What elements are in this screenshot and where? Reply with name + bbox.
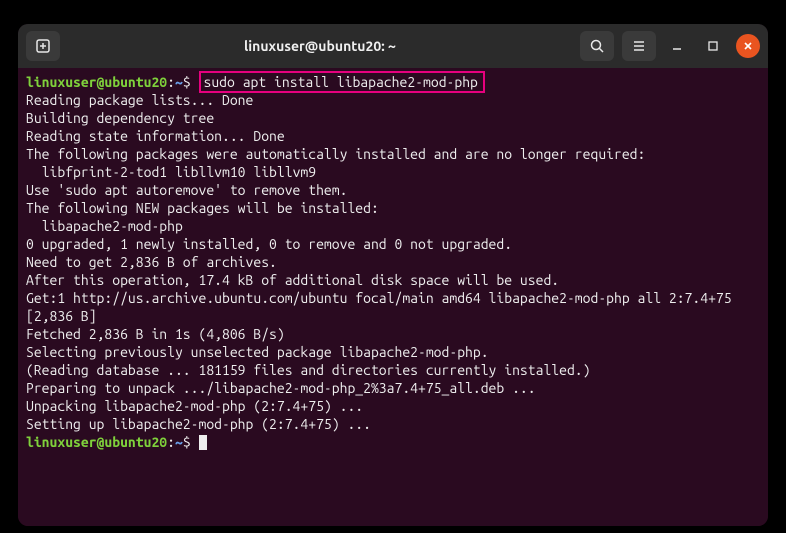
output-line: Unpacking libapache2-mod-php (2:7.4+75) … (26, 397, 760, 415)
command-text: sudo apt install libapache2-mod-php (204, 74, 478, 90)
minimize-button[interactable] (664, 33, 690, 59)
prompt-colon: : (167, 74, 175, 90)
prompt-path: ~ (175, 74, 183, 90)
hamburger-icon (631, 38, 647, 54)
output-line: Need to get 2,836 B of archives. (26, 253, 760, 271)
output-line: After this operation, 17.4 kB of additio… (26, 271, 760, 289)
new-tab-icon (35, 38, 51, 54)
prompt-dollar: $ (183, 434, 191, 450)
terminal-window: linuxuser@ubuntu20: ~ linuxuser@ubuntu20… (18, 24, 768, 526)
prompt-dollar: $ (183, 74, 191, 90)
cursor (199, 435, 207, 450)
search-icon (589, 38, 605, 54)
output-line: 0 upgraded, 1 newly installed, 0 to remo… (26, 235, 760, 253)
output-line: Building dependency tree (26, 109, 760, 127)
prompt-line: linuxuser@ubuntu20:~$ sudo apt install l… (26, 73, 760, 91)
prompt-path: ~ (175, 434, 183, 450)
terminal-body[interactable]: linuxuser@ubuntu20:~$ sudo apt install l… (18, 68, 768, 526)
output-line: Reading package lists... Done (26, 91, 760, 109)
menu-button[interactable] (622, 31, 656, 61)
prompt-user-host: linuxuser@ubuntu20 (26, 74, 167, 90)
minimize-icon (671, 40, 683, 52)
new-tab-button[interactable] (26, 31, 60, 61)
search-button[interactable] (580, 31, 614, 61)
output-line: Setting up libapache2-mod-php (2:7.4+75)… (26, 415, 760, 433)
maximize-icon (707, 40, 719, 52)
titlebar: linuxuser@ubuntu20: ~ (18, 24, 768, 68)
prompt-colon: : (167, 434, 175, 450)
close-button[interactable] (736, 34, 760, 58)
close-icon (742, 40, 754, 52)
output-line: The following packages were automaticall… (26, 145, 760, 163)
output-line: libapache2-mod-php (26, 217, 760, 235)
output-line: Use 'sudo apt autoremove' to remove them… (26, 181, 760, 199)
output-line: Selecting previously unselected package … (26, 343, 760, 361)
output-line: Get:1 http://us.archive.ubuntu.com/ubunt… (26, 289, 760, 325)
window-controls (664, 33, 760, 59)
command-highlight: sudo apt install libapache2-mod-php (199, 71, 485, 93)
window-title: linuxuser@ubuntu20: ~ (68, 38, 572, 54)
output-line: Fetched 2,836 B in 1s (4,806 B/s) (26, 325, 760, 343)
output-line: Reading state information... Done (26, 127, 760, 145)
prompt-user-host: linuxuser@ubuntu20 (26, 434, 167, 450)
maximize-button[interactable] (700, 33, 726, 59)
output-line: (Reading database ... 181159 files and d… (26, 361, 760, 379)
output-line: The following NEW packages will be insta… (26, 199, 760, 217)
output-line: Preparing to unpack .../libapache2-mod-p… (26, 379, 760, 397)
output-line: libfprint-2-tod1 libllvm10 libllvm9 (26, 163, 760, 181)
prompt-line-2: linuxuser@ubuntu20:~$ (26, 433, 760, 451)
